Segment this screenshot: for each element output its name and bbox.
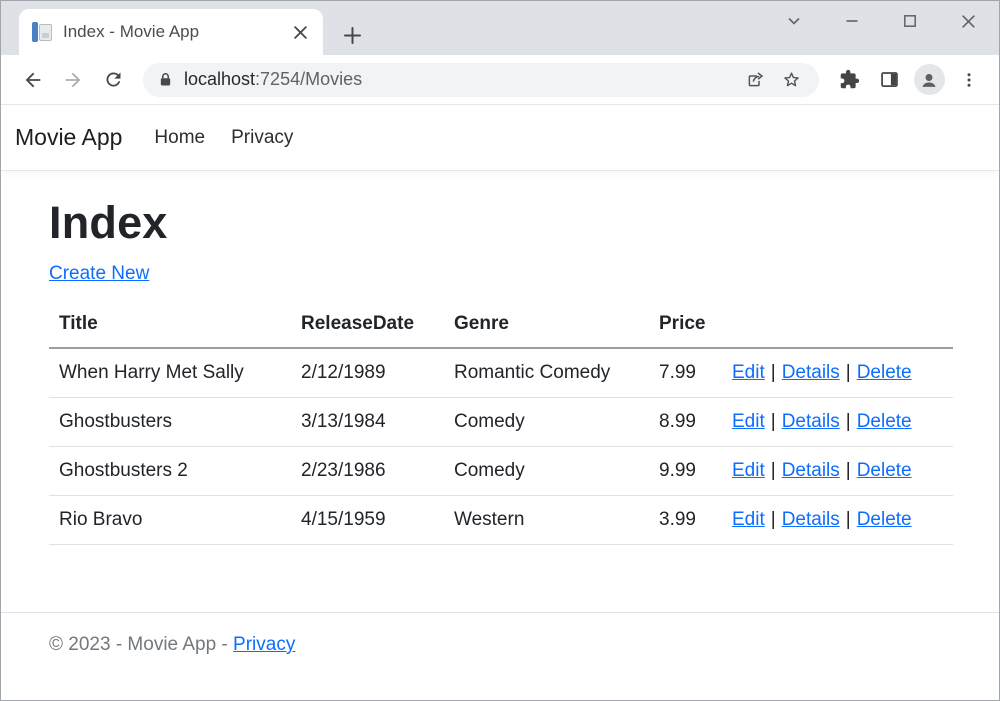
col-header-price: Price: [649, 301, 722, 348]
col-header-title: Title: [49, 301, 291, 348]
edit-link[interactable]: Edit: [732, 411, 765, 432]
edit-link[interactable]: Edit: [732, 509, 765, 530]
url-host: localhost: [184, 69, 255, 89]
action-separator: |: [771, 509, 776, 530]
extensions-puzzle-icon[interactable]: [829, 60, 869, 100]
cell-actions: Edit | Details | Delete: [722, 496, 953, 545]
url-path: :7254/Movies: [255, 69, 362, 89]
edit-link[interactable]: Edit: [732, 460, 765, 481]
table-row: When Harry Met Sally 2/12/1989 Romantic …: [49, 348, 953, 398]
delete-link[interactable]: Delete: [857, 411, 912, 432]
bookmark-star-icon[interactable]: [773, 63, 809, 97]
site-footer: © 2023 - Movie App - Privacy: [1, 612, 999, 700]
table-row: Rio Bravo 4/15/1959 Western 3.99 Edit | De…: [49, 496, 953, 545]
cell-release-date: 2/23/1986: [291, 447, 444, 496]
cell-release-date: 2/12/1989: [291, 348, 444, 398]
cell-genre: Romantic Comedy: [444, 348, 649, 398]
details-link[interactable]: Details: [782, 460, 840, 481]
tab-strip: Index - Movie App: [1, 1, 999, 55]
cell-title: When Harry Met Sally: [49, 348, 291, 398]
footer-text: © 2023 - Movie App -: [49, 634, 233, 655]
edit-link[interactable]: Edit: [732, 362, 765, 383]
details-link[interactable]: Details: [782, 509, 840, 530]
nav-link-home[interactable]: Home: [154, 127, 205, 149]
action-separator: |: [771, 460, 776, 481]
page-title: Index: [49, 197, 953, 249]
browser-window: Index - Movie App: [0, 0, 1000, 701]
col-header-actions: [722, 301, 953, 348]
col-header-genre: Genre: [444, 301, 649, 348]
side-panel-icon[interactable]: [869, 60, 909, 100]
col-header-releasedate: ReleaseDate: [291, 301, 444, 348]
back-icon[interactable]: [13, 60, 53, 100]
chevron-down-icon[interactable]: [765, 1, 823, 41]
cell-genre: Comedy: [444, 398, 649, 447]
delete-link[interactable]: Delete: [857, 460, 912, 481]
navbar-brand[interactable]: Movie App: [15, 124, 122, 151]
minimize-icon[interactable]: [823, 1, 881, 41]
action-separator: |: [846, 460, 851, 481]
url-text: localhost:7254/Movies: [184, 69, 737, 90]
action-separator: |: [771, 411, 776, 432]
table-header-row: Title ReleaseDate Genre Price: [49, 301, 953, 348]
action-separator: |: [846, 509, 851, 530]
movies-table: Title ReleaseDate Genre Price When Harry…: [49, 301, 953, 545]
main-content: Index Create New Title ReleaseDate Genre…: [49, 171, 953, 545]
cell-release-date: 3/13/1984: [291, 398, 444, 447]
cell-price: 9.99: [649, 447, 722, 496]
cell-genre: Western: [444, 496, 649, 545]
close-icon[interactable]: [939, 1, 997, 41]
action-separator: |: [846, 362, 851, 383]
cell-title: Ghostbusters 2: [49, 447, 291, 496]
page-content: Movie App Home Privacy Index Create New …: [1, 105, 999, 700]
cell-price: 7.99: [649, 348, 722, 398]
delete-link[interactable]: Delete: [857, 362, 912, 383]
cell-price: 8.99: [649, 398, 722, 447]
tab-title: Index - Movie App: [63, 22, 287, 42]
cell-release-date: 4/15/1959: [291, 496, 444, 545]
forward-icon[interactable]: [53, 60, 93, 100]
new-tab-button[interactable]: [335, 18, 369, 52]
cell-actions: Edit | Details | Delete: [722, 398, 953, 447]
cell-actions: Edit | Details | Delete: [722, 447, 953, 496]
toolbar-right: [829, 60, 989, 100]
kebab-menu-icon[interactable]: [949, 60, 989, 100]
cell-title: Ghostbusters: [49, 398, 291, 447]
lock-icon[interactable]: [157, 71, 174, 88]
browser-toolbar: localhost:7254/Movies: [1, 55, 999, 105]
details-link[interactable]: Details: [782, 411, 840, 432]
profile-avatar[interactable]: [909, 60, 949, 100]
cell-price: 3.99: [649, 496, 722, 545]
cell-genre: Comedy: [444, 447, 649, 496]
share-icon[interactable]: [737, 63, 773, 97]
reload-icon[interactable]: [93, 60, 133, 100]
cell-actions: Edit | Details | Delete: [722, 348, 953, 398]
browser-tab[interactable]: Index - Movie App: [19, 9, 323, 55]
tab-close-icon[interactable]: [287, 19, 313, 45]
action-separator: |: [846, 411, 851, 432]
footer-privacy-link[interactable]: Privacy: [233, 634, 295, 655]
delete-link[interactable]: Delete: [857, 509, 912, 530]
table-row: Ghostbusters 3/13/1984 Comedy 8.99 Edit |…: [49, 398, 953, 447]
window-controls: [765, 1, 997, 41]
nav-link-privacy[interactable]: Privacy: [231, 127, 293, 149]
avatar-icon: [914, 64, 945, 95]
action-separator: |: [771, 362, 776, 383]
address-bar[interactable]: localhost:7254/Movies: [143, 63, 819, 97]
details-link[interactable]: Details: [782, 362, 840, 383]
create-new-link[interactable]: Create New: [49, 263, 149, 285]
favicon-icon: [32, 21, 53, 43]
cell-title: Rio Bravo: [49, 496, 291, 545]
table-row: Ghostbusters 2 2/23/1986 Comedy 9.99 Edi…: [49, 447, 953, 496]
site-navbar: Movie App Home Privacy: [1, 105, 999, 171]
maximize-icon[interactable]: [881, 1, 939, 41]
